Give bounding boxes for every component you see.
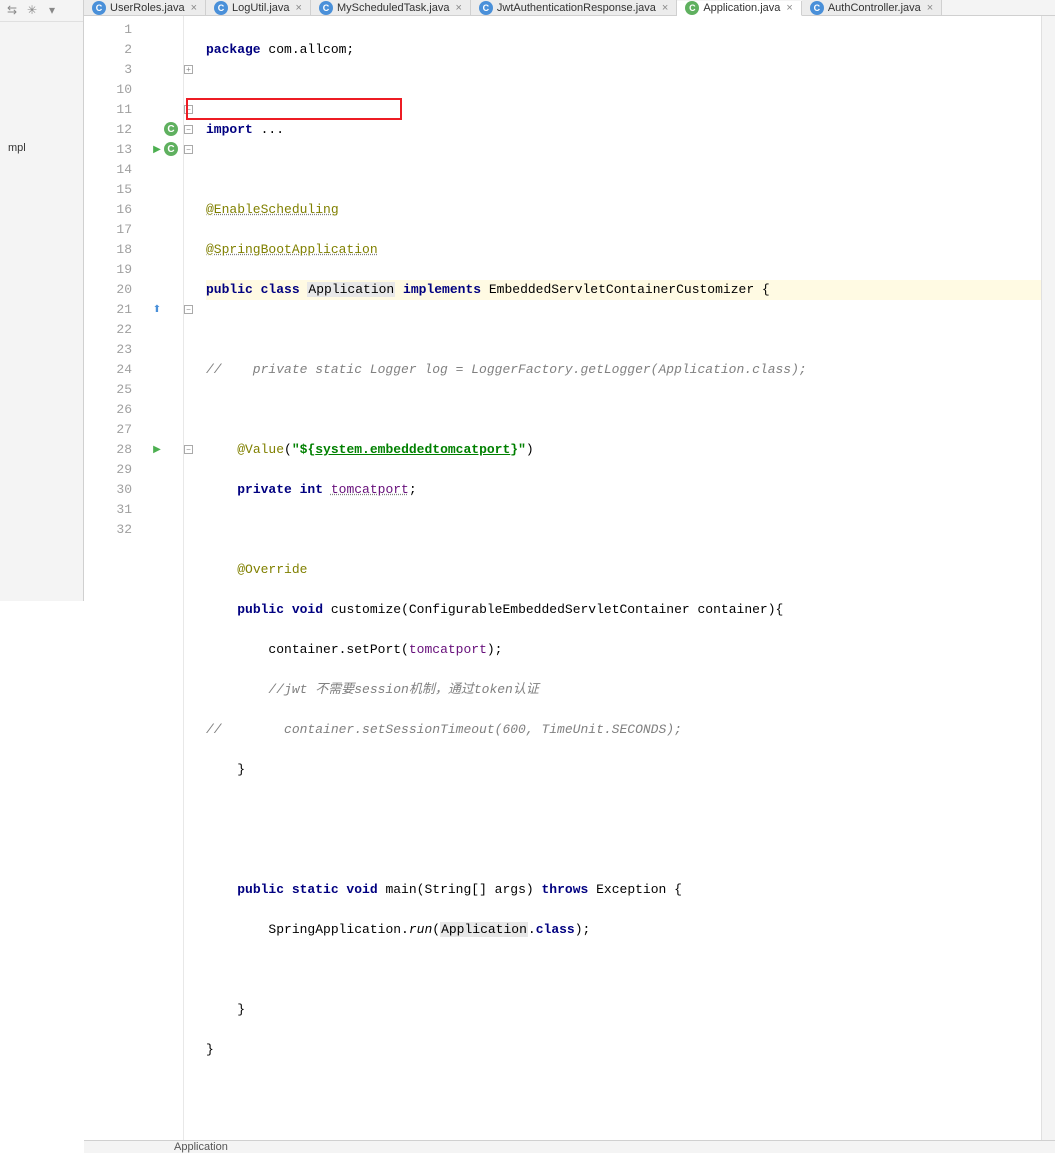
line-number-gutter: 1 2 3 10 11 12 13 14 15 16 17 18 19 20 2… (84, 16, 144, 1140)
collapse-icon[interactable]: ⇆ (4, 2, 20, 18)
close-icon[interactable]: × (662, 2, 668, 14)
class-icon[interactable]: C (164, 142, 178, 156)
main-area: C UserRoles.java × C LogUtil.java × C My… (84, 0, 1055, 601)
sidebar-item-label[interactable]: mpl (8, 142, 26, 154)
tab-application[interactable]: C Application.java × (677, 1, 802, 16)
fold-collapse-icon[interactable]: − (184, 145, 193, 154)
tab-label: Application.java (703, 2, 780, 14)
code-content[interactable]: package com.allcom; import ... @EnableSc… (198, 16, 1041, 1140)
tab-label: LogUtil.java (232, 2, 289, 14)
tab-userroles[interactable]: C UserRoles.java × (84, 0, 206, 15)
ide-window: ⇆ ✳ ▾ mpl C UserRoles.java × C LogUtil.j… (0, 0, 1055, 601)
highlight-annotation-box (186, 98, 402, 120)
tab-label: UserRoles.java (110, 2, 185, 14)
java-class-icon: C (319, 1, 333, 15)
close-icon[interactable]: × (455, 2, 461, 14)
java-class-icon: C (92, 1, 106, 15)
java-class-icon: C (810, 1, 824, 15)
tab-logutil[interactable]: C LogUtil.java × (206, 0, 311, 15)
breadcrumb-bar[interactable]: Application (84, 1140, 1055, 1153)
fold-expand-icon[interactable]: + (184, 65, 193, 74)
error-stripe[interactable] (1041, 16, 1055, 1140)
tab-myscheduledtask[interactable]: C MyScheduledTask.java × (311, 0, 471, 15)
java-class-icon: C (214, 1, 228, 15)
run-icon[interactable]: ▶ (150, 442, 164, 456)
code-editor[interactable]: 1 2 3 10 11 12 13 14 15 16 17 18 19 20 2… (84, 16, 1055, 1140)
close-icon[interactable]: × (786, 2, 792, 14)
sidebar-toolbar: ⇆ ✳ ▾ (0, 0, 83, 22)
project-sidebar: ⇆ ✳ ▾ mpl (0, 0, 84, 601)
tab-label: AuthController.java (828, 2, 921, 14)
fold-collapse-icon[interactable]: − (184, 105, 193, 114)
java-class-icon: C (479, 1, 493, 15)
tab-jwtauthresponse[interactable]: C JwtAuthenticationResponse.java × (471, 0, 677, 15)
tab-label: MyScheduledTask.java (337, 2, 450, 14)
close-icon[interactable]: × (927, 2, 933, 14)
tab-authcontroller[interactable]: C AuthController.java × (802, 0, 942, 15)
tab-label: JwtAuthenticationResponse.java (497, 2, 656, 14)
gutter: C ▶ C ⬆ ▶ (144, 16, 184, 1140)
chevron-down-icon[interactable]: ▾ (44, 2, 60, 18)
editor-tabs: C UserRoles.java × C LogUtil.java × C My… (84, 0, 1055, 16)
fold-collapse-icon[interactable]: − (184, 445, 193, 454)
breadcrumb-item[interactable]: Application (174, 1141, 228, 1153)
fold-collapse-icon[interactable]: − (184, 305, 193, 314)
class-icon[interactable]: C (164, 122, 178, 136)
run-icon[interactable]: ▶ (150, 142, 164, 156)
override-icon[interactable]: ⬆ (150, 302, 164, 316)
close-icon[interactable]: × (296, 2, 302, 14)
gear-icon[interactable]: ✳ (24, 2, 40, 18)
fold-collapse-icon[interactable]: − (184, 125, 193, 134)
java-class-icon: C (685, 1, 699, 15)
close-icon[interactable]: × (191, 2, 197, 14)
fold-gutter: + − − − − − (184, 16, 198, 1140)
